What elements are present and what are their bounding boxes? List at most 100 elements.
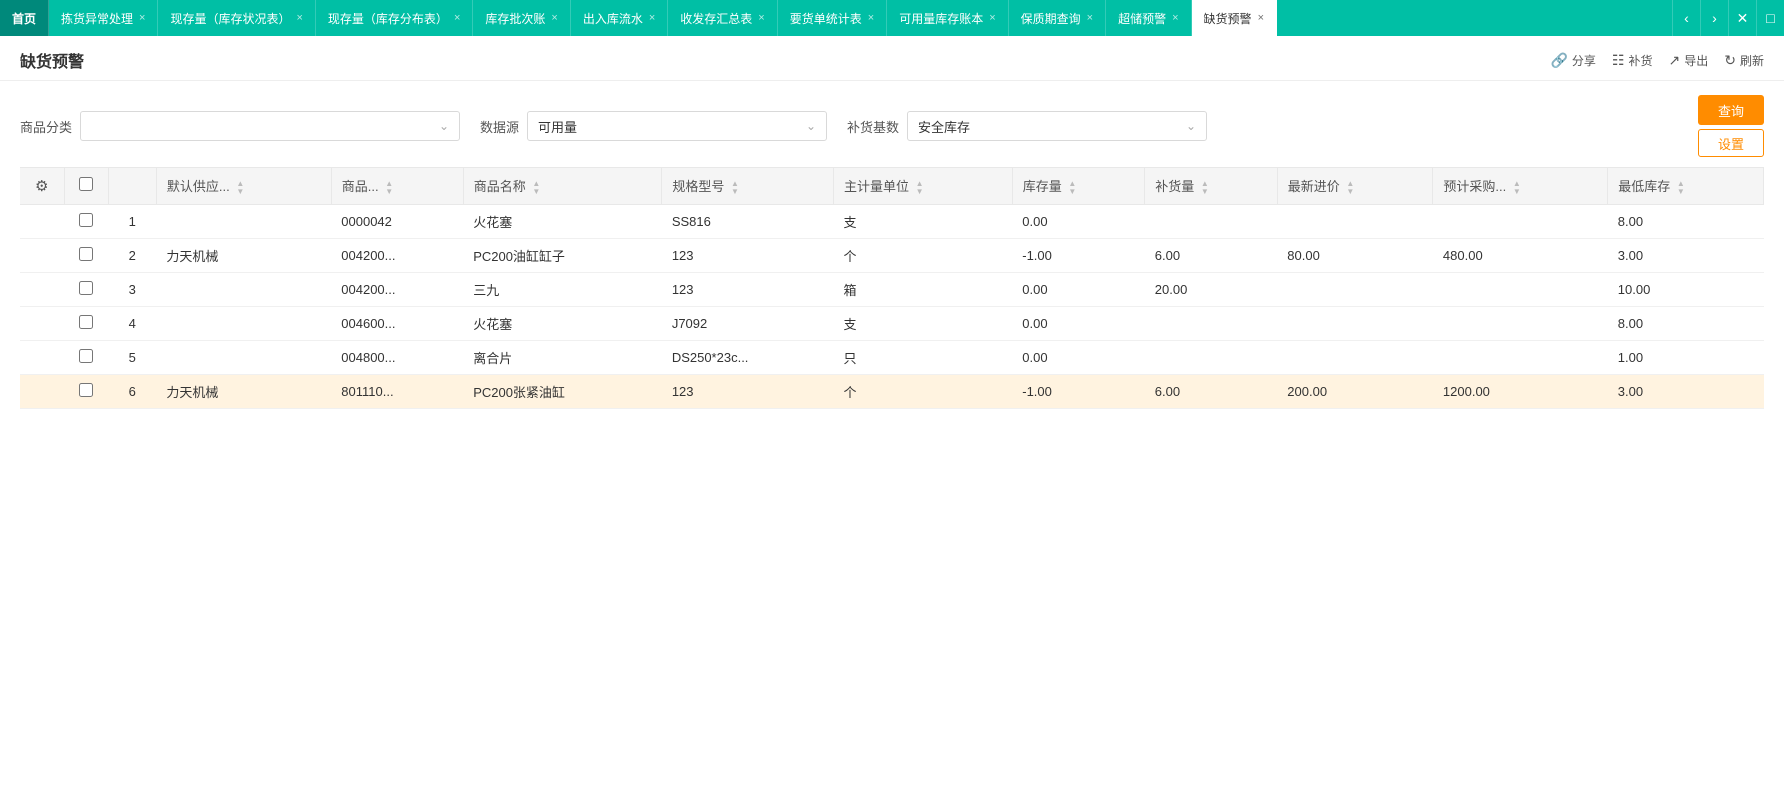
refresh-button[interactable]: ↻ 刷新 — [1724, 52, 1764, 69]
cell-unit: 个 — [834, 374, 1013, 408]
close-icon[interactable]: × — [758, 12, 764, 24]
table-body: 10000042火花塞SS816支0.008.002力天机械004200...P… — [20, 204, 1764, 408]
close-icon[interactable]: × — [551, 12, 557, 24]
col-default-supplier[interactable]: 默认供应... ▲▼ — [156, 168, 331, 205]
chevron-down-icon: ⌄ — [439, 119, 449, 133]
close-icon[interactable]: × — [1258, 12, 1264, 24]
cell-default-supplier — [156, 306, 331, 340]
cell-product-name: PC200油缸缸子 — [463, 238, 662, 272]
tab-bz[interactable]: 保质期查询 × — [1009, 0, 1106, 36]
cell-product-name: 火花塞 — [463, 204, 662, 238]
cell-replenish-qty — [1145, 306, 1278, 340]
close-icon[interactable]: × — [296, 12, 302, 24]
tab-home[interactable]: 首页 — [0, 0, 49, 36]
sort-icon: ▲▼ — [916, 180, 924, 196]
cell-latest-price — [1277, 306, 1433, 340]
cell-checkbox[interactable] — [64, 272, 108, 306]
cell-unit: 箱 — [834, 272, 1013, 306]
share-button[interactable]: 🔗 分享 — [1550, 52, 1595, 69]
cell-unit: 只 — [834, 340, 1013, 374]
row-checkbox[interactable] — [79, 213, 93, 227]
col-product-name[interactable]: 商品名称 ▲▼ — [463, 168, 662, 205]
cell-latest-price — [1277, 204, 1433, 238]
table-row: 5004800...离合片DS250*23c...只0.001.00 — [20, 340, 1764, 374]
replenish-base-filter-group: 补货基数 安全库存 ⌄ — [847, 111, 1207, 141]
tab-expand-button[interactable]: □ — [1756, 0, 1784, 36]
row-checkbox[interactable] — [79, 281, 93, 295]
close-icon[interactable]: × — [454, 12, 460, 24]
datasource-value: 可用量 — [538, 117, 577, 136]
datasource-select[interactable]: 可用量 ⌄ — [527, 111, 827, 141]
close-icon[interactable]: × — [989, 12, 995, 24]
col-replenish-qty[interactable]: 补货量 ▲▼ — [1145, 168, 1278, 205]
row-checkbox[interactable] — [79, 315, 93, 329]
tab-lhyc[interactable]: 拣货异常处理 × — [49, 0, 158, 36]
tab-bar: 首页 拣货异常处理 × 现存量（库存状况表） × 现存量（库存分布表） × 库存… — [0, 0, 1784, 36]
row-checkbox[interactable] — [79, 383, 93, 397]
table-header-row: ⚙ 默认供应... ▲▼ 商品... ▲▼ 商品名称 — [20, 168, 1764, 205]
cell-default-supplier — [156, 272, 331, 306]
col-est-purchase[interactable]: 预计采购... ▲▼ — [1433, 168, 1608, 205]
col-unit[interactable]: 主计量单位 ▲▼ — [834, 168, 1013, 205]
cell-product-name: PC200张紧油缸 — [463, 374, 662, 408]
tab-kccz[interactable]: 库存批次账 × — [473, 0, 570, 36]
select-all-checkbox[interactable] — [79, 177, 93, 191]
cell-checkbox[interactable] — [64, 374, 108, 408]
close-icon[interactable]: × — [1087, 12, 1093, 24]
cell-checkbox[interactable] — [64, 204, 108, 238]
col-stock[interactable]: 库存量 ▲▼ — [1012, 168, 1145, 205]
col-checkbox — [64, 168, 108, 205]
cell-spec: 123 — [662, 238, 834, 272]
cell-default-supplier — [156, 204, 331, 238]
filter-actions: 查询 设置 — [1698, 95, 1764, 157]
tab-xcfb[interactable]: 现存量（库存分布表） × — [316, 0, 473, 36]
tab-close-button[interactable]: ✕ — [1728, 0, 1756, 36]
replenish-base-select[interactable]: 安全库存 ⌄ — [907, 111, 1207, 141]
close-icon[interactable]: × — [649, 12, 655, 24]
col-min-stock[interactable]: 最低库存 ▲▼ — [1608, 168, 1764, 205]
tab-ccyj[interactable]: 超储预警 × — [1106, 0, 1191, 36]
query-button[interactable]: 查询 — [1698, 95, 1764, 125]
cell-latest-price — [1277, 272, 1433, 306]
cell-est-purchase — [1433, 340, 1608, 374]
cell-rownum: 3 — [108, 272, 156, 306]
export-button[interactable]: ↗ 导出 — [1669, 52, 1709, 69]
cell-checkbox[interactable] — [64, 238, 108, 272]
cell-checkbox[interactable] — [64, 306, 108, 340]
close-icon[interactable]: × — [139, 12, 145, 24]
tab-next-button[interactable]: › — [1700, 0, 1728, 36]
tab-qhyj[interactable]: 缺货预警 × — [1192, 0, 1277, 36]
tab-sfhz[interactable]: 收发存汇总表 × — [668, 0, 777, 36]
cell-settings — [20, 204, 64, 238]
settings-button[interactable]: 设置 — [1698, 129, 1764, 157]
gear-icon[interactable]: ⚙ — [35, 178, 48, 195]
cell-rownum: 1 — [108, 204, 156, 238]
close-icon[interactable]: × — [868, 12, 874, 24]
cell-est-purchase — [1433, 306, 1608, 340]
cell-product-code: 004800... — [331, 340, 463, 374]
col-settings[interactable]: ⚙ — [20, 168, 64, 205]
table-row: 10000042火花塞SS816支0.008.00 — [20, 204, 1764, 238]
tab-xczk[interactable]: 现存量（库存状况表） × — [158, 0, 315, 36]
replenish-button[interactable]: ☷ 补货 — [1612, 52, 1653, 69]
close-icon[interactable]: × — [1172, 12, 1178, 24]
row-checkbox[interactable] — [79, 247, 93, 261]
tab-yhtj[interactable]: 要货单统计表 × — [778, 0, 887, 36]
cell-stock: 0.00 — [1012, 340, 1145, 374]
col-spec[interactable]: 规格型号 ▲▼ — [662, 168, 834, 205]
cell-default-supplier: 力天机械 — [156, 238, 331, 272]
cell-min-stock: 3.00 — [1608, 238, 1764, 272]
col-latest-price[interactable]: 最新进价 ▲▼ — [1277, 168, 1433, 205]
tab-prev-button[interactable]: ‹ — [1672, 0, 1700, 36]
cell-spec: 123 — [662, 374, 834, 408]
cell-est-purchase: 1200.00 — [1433, 374, 1608, 408]
row-checkbox[interactable] — [79, 349, 93, 363]
cell-checkbox[interactable] — [64, 340, 108, 374]
table-row: 2力天机械004200...PC200油缸缸子123个-1.006.0080.0… — [20, 238, 1764, 272]
tab-kyze[interactable]: 可用量库存账本 × — [887, 0, 1008, 36]
col-product-code[interactable]: 商品... ▲▼ — [331, 168, 463, 205]
tab-crlx[interactable]: 出入库流水 × — [571, 0, 668, 36]
category-select[interactable]: ⌄ — [80, 111, 460, 141]
cell-rownum: 2 — [108, 238, 156, 272]
cell-stock: -1.00 — [1012, 374, 1145, 408]
